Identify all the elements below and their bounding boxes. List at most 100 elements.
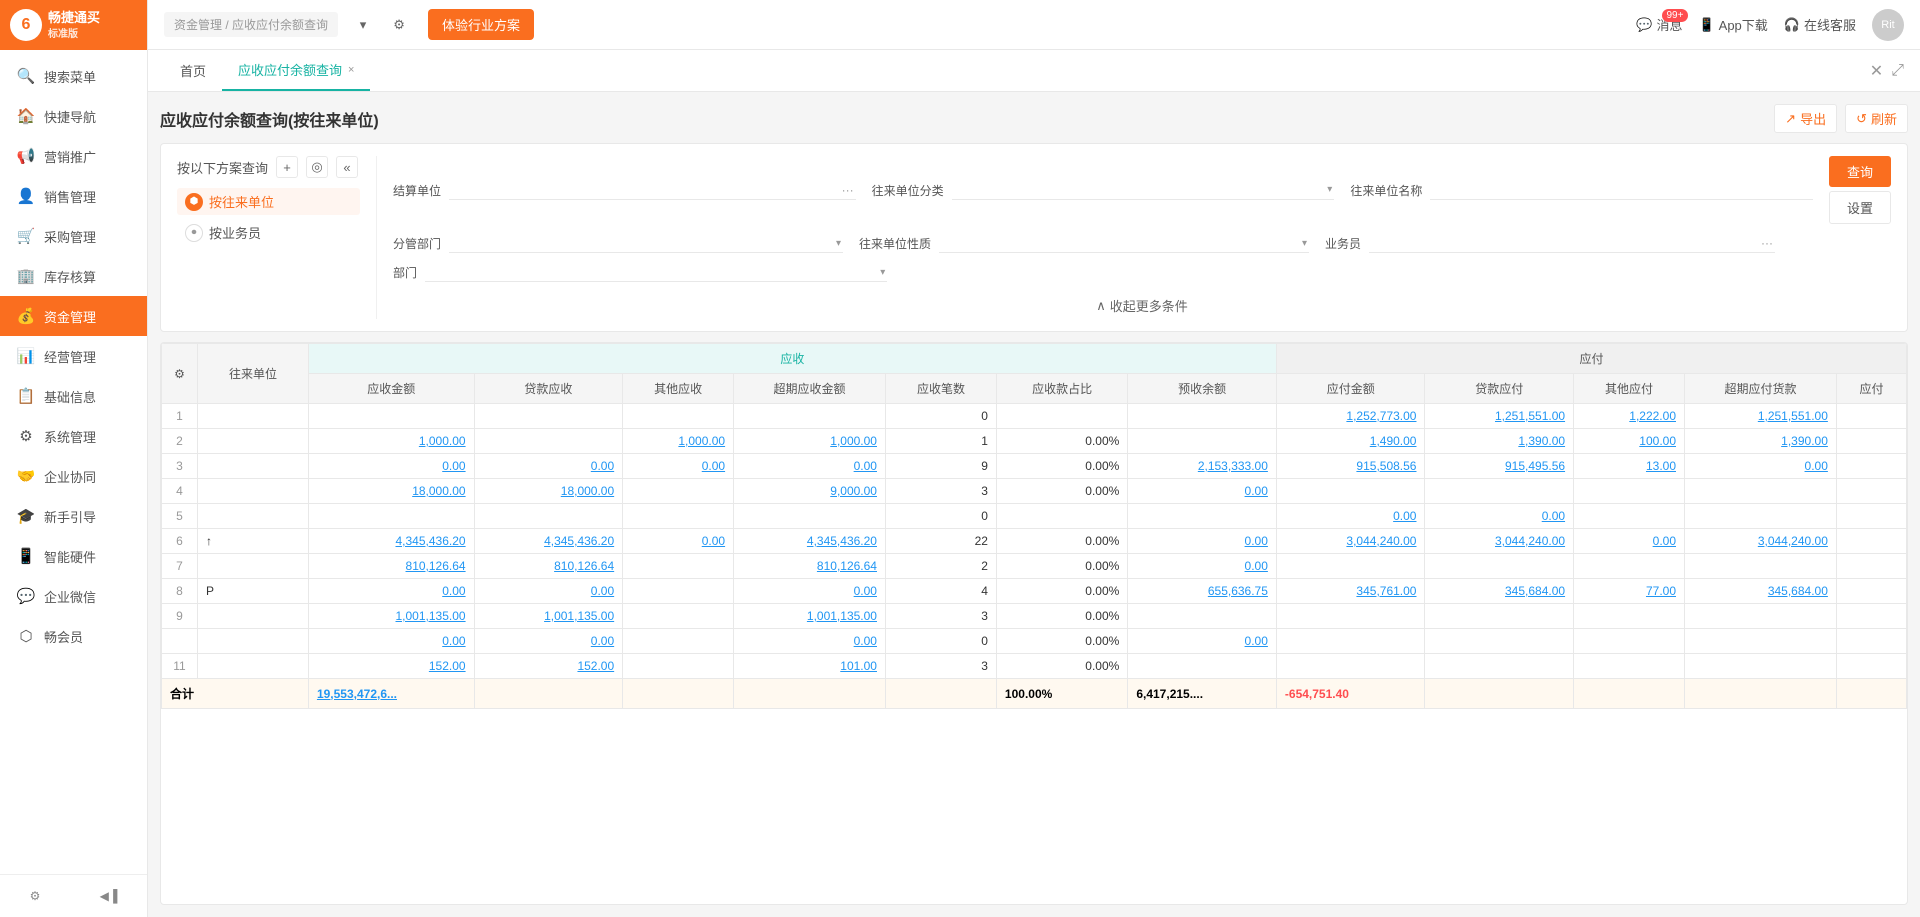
filter-add-icon[interactable]: + (276, 156, 298, 178)
table-row: 30.000.000.000.0090.00%2,153,333.00915,5… (162, 454, 1907, 479)
refresh-button[interactable]: ↺ 刷新 (1845, 104, 1908, 133)
sidebar-collapse-btn[interactable]: ◀▐ (90, 883, 128, 909)
page-content: 应收应付余额查询(按往来单位) ↗ 导出 ↺ 刷新 按以下方案查询 (148, 92, 1920, 917)
notification-badge: 99+ (1662, 9, 1689, 22)
sidebar-item-marketing[interactable]: 📢 营销推广 (0, 136, 147, 176)
app-download-area[interactable]: 📱 App下载 (1698, 15, 1767, 34)
partner-nature-input[interactable] (939, 234, 1309, 252)
tab-home[interactable]: 首页 (164, 51, 222, 90)
tab-bar: 首页 应收应付余额查询 × ✕ ⤢ (148, 50, 1920, 92)
partner-nature-dropdown: ▾ (1302, 238, 1307, 249)
total-ar-advance: 6,417,215.... (1128, 679, 1277, 709)
partner-name-input[interactable] (1430, 181, 1813, 199)
table-row: 91,001,135.001,001,135.001,001,135.0030.… (162, 604, 1907, 629)
collapse-filter-btn[interactable]: ∧ 收起更多条件 (1086, 292, 1198, 319)
sidebar-label-quick-nav: 快捷导航 (44, 107, 96, 126)
sidebar-item-quick-nav[interactable]: 🏠 快捷导航 (0, 96, 147, 136)
sidebar-item-operations[interactable]: 📊 经营管理 (0, 336, 147, 376)
settlement-unit-input[interactable] (449, 181, 856, 199)
filter-option-salesperson-icon: ⏺ (185, 224, 203, 242)
sidebar: 6 畅捷通买 标准版 🔍 搜索菜单 🏠 快捷导航 📢 营销推广 👤 销售管理 🛒… (0, 0, 148, 917)
sidebar-icon-quick-nav: 🏠 (16, 106, 36, 126)
sidebar-bottom: ⚙ ◀▐ (0, 874, 147, 917)
tab-maximize-icon[interactable]: ⤢ (1891, 62, 1904, 80)
total-ap-loan (1425, 679, 1574, 709)
settlement-unit-label: 结算单位 (393, 182, 441, 199)
data-table: ⚙ 往来单位 应收 应付 应收金额 贷款应收 其他应收 超期应收金额 应收笔数 … (161, 343, 1907, 709)
th-ar-loan: 贷款应收 (474, 374, 623, 404)
sidebar-item-finance[interactable]: 💰 资金管理 (0, 296, 147, 336)
logo-icon: 6 (10, 9, 42, 41)
filter-target-icon[interactable]: ◎ (306, 156, 328, 178)
export-button[interactable]: ↗ 导出 (1774, 104, 1837, 133)
sidebar-item-search-menu[interactable]: 🔍 搜索菜单 (0, 56, 147, 96)
table-row: 21,000.001,000.001,000.0010.00%1,490.001… (162, 429, 1907, 454)
tab-close-window-icon[interactable]: ✕ (1870, 61, 1883, 81)
sidebar-settings-btn[interactable]: ⚙ (20, 883, 51, 909)
settings-icon[interactable]: ⚙ (384, 10, 414, 40)
partner-category-dropdown: ▾ (1327, 184, 1332, 195)
query-button[interactable]: 查询 (1829, 156, 1891, 187)
page-header-actions: ↗ 导出 ↺ 刷新 (1774, 104, 1908, 133)
online-service-area[interactable]: 🎧 在线客服 (1784, 15, 1856, 34)
tab-close-btn[interactable]: × (348, 64, 354, 76)
sidebar-icon-enterprise: 🤝 (16, 466, 36, 486)
filter-option-partner[interactable]: ⬢ 按往来单位 (177, 188, 360, 215)
main-content: 资金管理 / 应收应付余额查询 ▾ ⚙ 体验行业方案 💬 消息 99+ 📱 Ap… (148, 0, 1920, 917)
sidebar-item-beginner[interactable]: 🎓 新手引导 (0, 496, 147, 536)
filter-option-salesperson[interactable]: ⏺ 按业务员 (177, 219, 360, 246)
sidebar-icon-member: ⬡ (16, 626, 36, 646)
sidebar-label-finance: 资金管理 (44, 307, 96, 326)
sidebar-icon-purchase: 🛒 (16, 226, 36, 246)
sidebar-item-system[interactable]: ⚙ 系统管理 (0, 416, 147, 456)
filter-option-partner-icon: ⬢ (185, 193, 203, 211)
sidebar-label-inventory: 库存核算 (44, 267, 96, 286)
sidebar-label-purchase: 采购管理 (44, 227, 96, 246)
dept-in-charge-input[interactable] (449, 234, 843, 252)
filter-settings-button[interactable]: 设置 (1829, 191, 1891, 224)
total-row: 合计 19,553,472,6... 100.00% 6,417,215....… (162, 679, 1907, 709)
filter-area: 按以下方案查询 + ◎ « ⬢ 按往来单位 ⏺ 按业务员 (160, 143, 1908, 332)
sidebar-item-inventory[interactable]: 🏢 库存核算 (0, 256, 147, 296)
th-settings[interactable]: ⚙ (162, 344, 198, 404)
sidebar-item-sales[interactable]: 👤 销售管理 (0, 176, 147, 216)
total-ap-other (1574, 679, 1685, 709)
sidebar-nav: 🔍 搜索菜单 🏠 快捷导航 📢 营销推广 👤 销售管理 🛒 采购管理 🏢 库存核… (0, 50, 147, 874)
page-title: 应收应付余额查询(按往来单位) (160, 107, 379, 131)
dropdown-icon[interactable]: ▾ (348, 10, 378, 40)
tab-bar-right: ✕ ⤢ (1870, 61, 1904, 81)
header-right: 💬 消息 99+ 📱 App下载 🎧 在线客服 Rit (1636, 9, 1904, 41)
sidebar-item-basic-info[interactable]: 📋 基础信息 (0, 376, 147, 416)
th-ar-ratio: 应收款占比 (996, 374, 1127, 404)
sidebar-item-smart-hardware[interactable]: 📱 智能硬件 (0, 536, 147, 576)
total-ar-overdue (734, 679, 886, 709)
sidebar-item-purchase[interactable]: 🛒 采购管理 (0, 216, 147, 256)
table-row: 7810,126.64810,126.64810,126.6420.00%0.0… (162, 554, 1907, 579)
sidebar-item-enterprise-wechat[interactable]: 💬 企业微信 (0, 576, 147, 616)
promo-button[interactable]: 体验行业方案 (428, 9, 534, 40)
partner-name-label: 往来单位名称 (1350, 182, 1422, 199)
department-input[interactable] (425, 263, 887, 281)
filter-arrow-icon[interactable]: « (336, 156, 358, 178)
user-avatar[interactable]: Rit (1872, 9, 1904, 41)
sidebar-item-member[interactable]: ⬡ 畅会员 (0, 616, 147, 656)
sidebar-item-enterprise[interactable]: 🤝 企业协同 (0, 456, 147, 496)
total-ar-loan (474, 679, 623, 709)
th-payable-group: 应付 (1276, 344, 1906, 374)
tab-active-label: 应收应付余额查询 (238, 60, 342, 79)
total-ar-other (623, 679, 734, 709)
salesperson-input[interactable] (1369, 234, 1775, 252)
filter-option-partner-label: 按往来单位 (209, 192, 274, 211)
app-version: 标准版 (48, 25, 100, 40)
sidebar-icon-basic-info: 📋 (16, 386, 36, 406)
partner-category-input[interactable] (952, 181, 1335, 199)
tab-active[interactable]: 应收应付余额查询 × (222, 50, 370, 91)
export-label: 导出 (1800, 109, 1826, 128)
filter-section-label: 按以下方案查询 (177, 158, 268, 177)
refresh-icon: ↺ (1856, 111, 1867, 127)
th-ar-amount: 应收金额 (308, 374, 474, 404)
department-label: 部门 (393, 264, 417, 281)
salesperson-label: 业务员 (1325, 235, 1361, 252)
th-ap-overdue: 超期应付货款 (1685, 374, 1837, 404)
notification-area[interactable]: 💬 消息 99+ (1636, 15, 1682, 34)
